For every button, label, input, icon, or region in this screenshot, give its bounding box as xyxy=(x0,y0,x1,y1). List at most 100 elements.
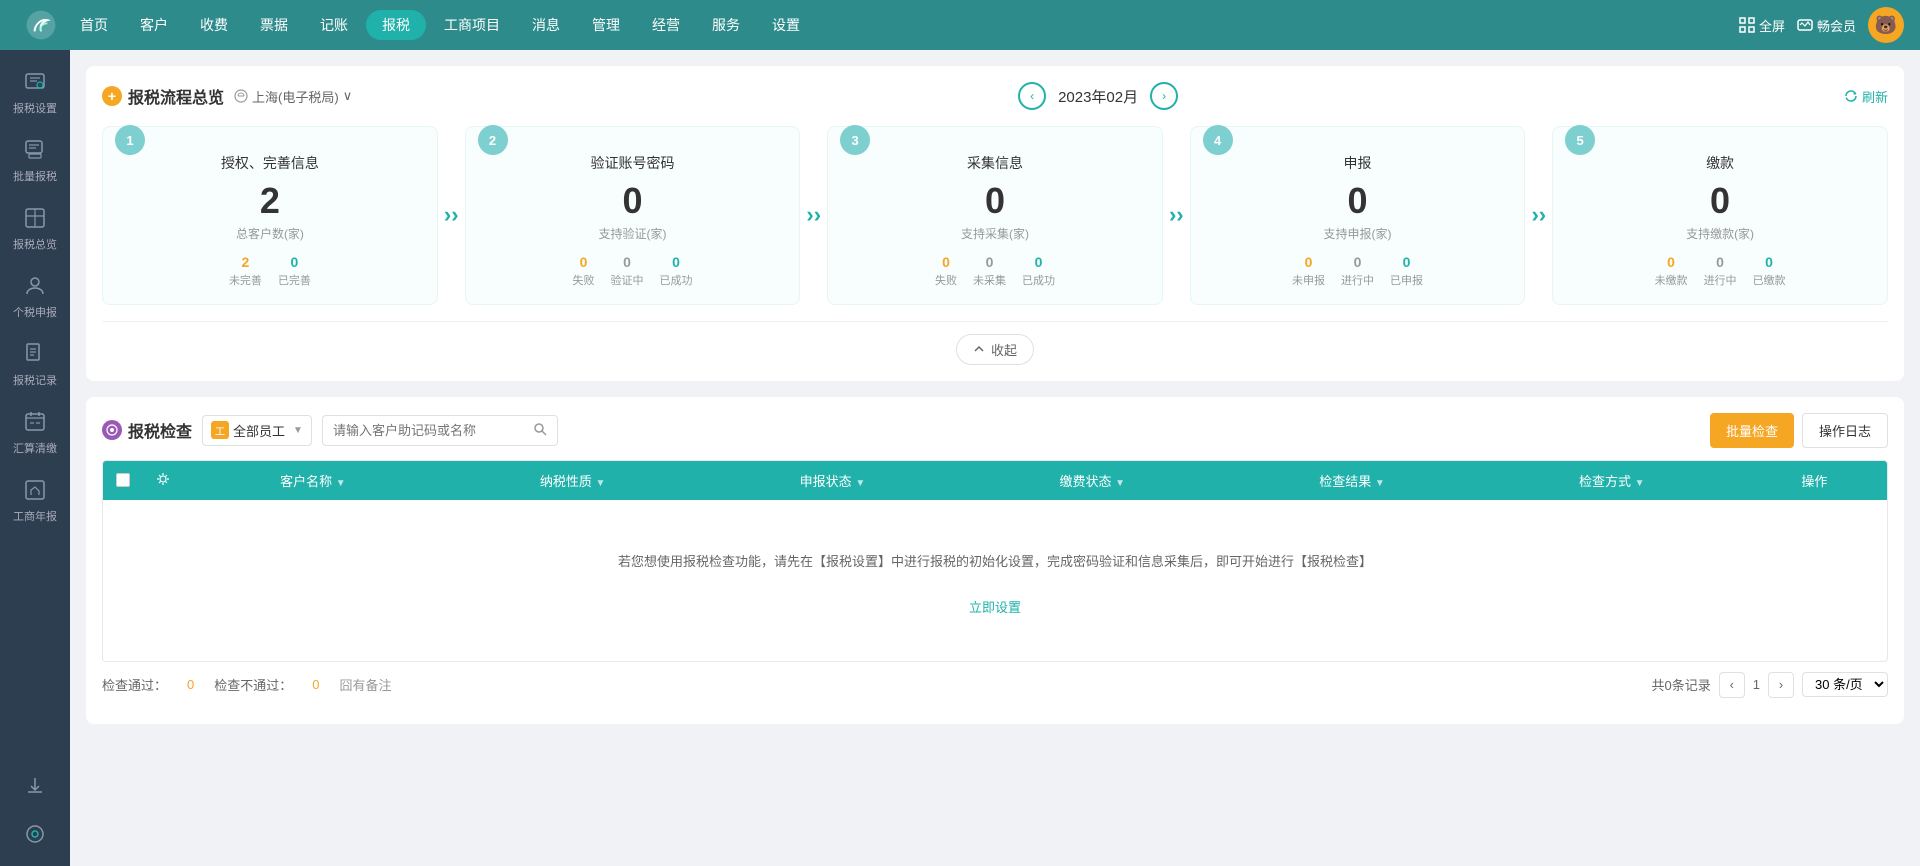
nav-menu: 首页 客户 收费 票据 记账 报税 工商项目 消息 管理 经营 服务 设置 xyxy=(66,9,1739,41)
stat-val-paid-5: 0 xyxy=(1765,254,1773,270)
stat-val-ok-3: 0 xyxy=(1035,254,1043,270)
location-badge[interactable]: 上海(电子税局) ∨ xyxy=(234,87,352,106)
page-size-selector[interactable]: 30 条/页 xyxy=(1802,672,1888,697)
stat-val-ok-2: 0 xyxy=(672,254,680,270)
col-tax-type: 纳税性质 ▼ xyxy=(443,461,703,500)
filter-icon-payment-status[interactable]: ▼ xyxy=(1115,478,1125,489)
nav-commerce[interactable]: 工商项目 xyxy=(430,9,514,41)
overview-title: + 报税流程总览 xyxy=(102,84,224,108)
flow-step-4: 4 申报 0 支持申报(家) 0 未申报 0 进行中 0 已申报 xyxy=(1190,126,1526,305)
sidebar-label-batch-tax: 批量报税 xyxy=(13,168,57,184)
stat-paid-5: 0 已缴款 xyxy=(1753,254,1786,288)
nav-customer[interactable]: 客户 xyxy=(126,9,182,41)
next-month-button[interactable]: › xyxy=(1150,82,1178,110)
filter-icon-check-result[interactable]: ▼ xyxy=(1375,478,1385,489)
select-all-checkbox[interactable] xyxy=(116,473,130,487)
nav-home[interactable]: 首页 xyxy=(66,9,122,41)
flow-steps: 1 授权、完善信息 2 总客户数(家) 2 未完善 0 已完善 ›› xyxy=(102,126,1888,305)
location-dropdown-icon: ∨ xyxy=(343,88,353,104)
nav-settings[interactable]: 设置 xyxy=(758,9,814,41)
table-scroll[interactable]: 客户名称 ▼ 纳税性质 ▼ 申报状态 ▼ xyxy=(103,461,1887,661)
filter-icon-tax-type[interactable]: ▼ xyxy=(596,478,606,489)
stat-unreported-4: 0 未申报 xyxy=(1292,254,1325,288)
col-customer-name: 客户名称 ▼ xyxy=(183,461,443,500)
nav-accounting[interactable]: 记账 xyxy=(306,9,362,41)
sidebar-item-tax-overview[interactable]: 报税总览 xyxy=(0,194,70,262)
batch-check-button[interactable]: 批量检查 xyxy=(1710,413,1794,448)
nav-right-actions: 全屏 畅会员 🐻 xyxy=(1739,7,1904,43)
search-input[interactable] xyxy=(323,417,523,444)
sidebar-location[interactable] xyxy=(0,810,70,858)
plus-icon: + xyxy=(102,86,122,106)
setup-link[interactable]: 立即设置 xyxy=(969,600,1021,615)
sidebar-item-personal-tax[interactable]: 个税申报 xyxy=(0,262,70,330)
stat-paying-5: 0 进行中 xyxy=(1704,254,1737,288)
filter-icon-report-status[interactable]: ▼ xyxy=(855,478,865,489)
stat-fail-1: 2 未完善 xyxy=(229,254,262,288)
flow-step-1: 1 授权、完善信息 2 总客户数(家) 2 未完善 0 已完善 xyxy=(102,126,438,305)
nav-management[interactable]: 管理 xyxy=(578,9,634,41)
flow-step-2: 2 验证账号密码 0 支持验证(家) 0 失败 0 验证中 0 已成功 xyxy=(465,126,801,305)
settings-header[interactable] xyxy=(143,461,183,500)
checkbox-header[interactable] xyxy=(103,461,143,500)
stat-val-pending-3: 0 xyxy=(986,254,994,270)
nav-operation[interactable]: 经营 xyxy=(638,9,694,41)
stat-val-fail-2: 0 xyxy=(580,254,588,270)
next-page-button[interactable]: › xyxy=(1768,672,1794,698)
location-text: 上海(电子税局) xyxy=(252,87,339,106)
sidebar-item-settlement[interactable]: 汇算清缴 xyxy=(0,398,70,466)
refresh-button[interactable]: 刷新 xyxy=(1844,87,1888,106)
pagination: 共0条记录 ‹ 1 › 30 条/页 xyxy=(1652,672,1888,698)
search-button[interactable] xyxy=(523,416,557,445)
filter-icon-customer[interactable]: ▼ xyxy=(336,478,346,489)
stat-val-reported-4: 0 xyxy=(1403,254,1411,270)
fullscreen-button[interactable]: 全屏 xyxy=(1739,16,1785,35)
check-title-text: 报税检查 xyxy=(128,418,192,442)
action-buttons: 批量检查 操作日志 xyxy=(1710,413,1888,448)
collapse-button[interactable]: 收起 xyxy=(956,334,1034,365)
arrow-3-4: ›› xyxy=(1163,126,1190,305)
main-content: + 报税流程总览 上海(电子税局) ∨ ‹ 2023年02月 › xyxy=(70,50,1920,866)
stat-ok-2: 0 已成功 xyxy=(659,254,692,288)
sidebar-item-batch-tax[interactable]: 批量报税 xyxy=(0,126,70,194)
fail-count[interactable]: 0 xyxy=(312,677,319,692)
staff-selector[interactable]: 工 全部员工 ▼ xyxy=(202,415,312,446)
prev-month-button[interactable]: ‹ xyxy=(1018,82,1046,110)
user-avatar[interactable]: 🐻 xyxy=(1868,7,1904,43)
nav-fee[interactable]: 收费 xyxy=(186,9,242,41)
search-wrap xyxy=(322,415,558,446)
sidebar-item-tax-record[interactable]: 报税记录 xyxy=(0,330,70,398)
nav-service[interactable]: 服务 xyxy=(698,9,754,41)
filter-icon-check-method[interactable]: ▼ xyxy=(1635,478,1645,489)
pass-count[interactable]: 0 xyxy=(187,677,194,692)
stat-label-inprogress-4: 进行中 xyxy=(1341,272,1374,288)
app-logo xyxy=(16,9,66,41)
prev-page-button[interactable]: ‹ xyxy=(1719,672,1745,698)
vip-label: 畅会员 xyxy=(1817,16,1856,35)
step-num-4: 4 xyxy=(1203,125,1233,155)
stat-label-unreported-4: 未申报 xyxy=(1292,272,1325,288)
step-title-5: 缴款 xyxy=(1569,153,1871,173)
sidebar-label-settlement: 汇算清缴 xyxy=(13,440,57,456)
vip-button[interactable]: 畅会员 xyxy=(1797,16,1856,35)
sidebar-label-tax-record: 报税记录 xyxy=(13,372,57,388)
staff-label: 全部员工 xyxy=(233,421,285,440)
sidebar-item-tax-settings[interactable]: 报税设置 xyxy=(0,58,70,126)
stat-label-fail-3: 失败 xyxy=(935,272,957,288)
nav-message[interactable]: 消息 xyxy=(518,9,574,41)
stat-label-reported-4: 已申报 xyxy=(1390,272,1423,288)
operation-log-button[interactable]: 操作日志 xyxy=(1802,413,1888,448)
step-stats-2: 0 失败 0 验证中 0 已成功 xyxy=(482,254,784,288)
total-records: 共0条记录 xyxy=(1652,675,1711,694)
annual-report-icon xyxy=(21,476,49,504)
table-footer: 检查通过： 0 检查不通过： 0 囧有备注 共0条记录 ‹ 1 › 30 条/页 xyxy=(102,662,1888,708)
step-count-2: 0 xyxy=(482,181,784,221)
stat-verifying-2: 0 验证中 xyxy=(610,254,643,288)
nav-invoice[interactable]: 票据 xyxy=(246,9,302,41)
step-count-5: 0 xyxy=(1569,181,1871,221)
settlement-icon xyxy=(21,408,49,436)
sidebar-download[interactable] xyxy=(0,762,70,810)
nav-tax[interactable]: 报税 xyxy=(366,10,426,40)
sidebar-item-annual-report[interactable]: 工商年报 xyxy=(0,466,70,534)
step-subtitle-2: 支持验证(家) xyxy=(482,225,784,242)
